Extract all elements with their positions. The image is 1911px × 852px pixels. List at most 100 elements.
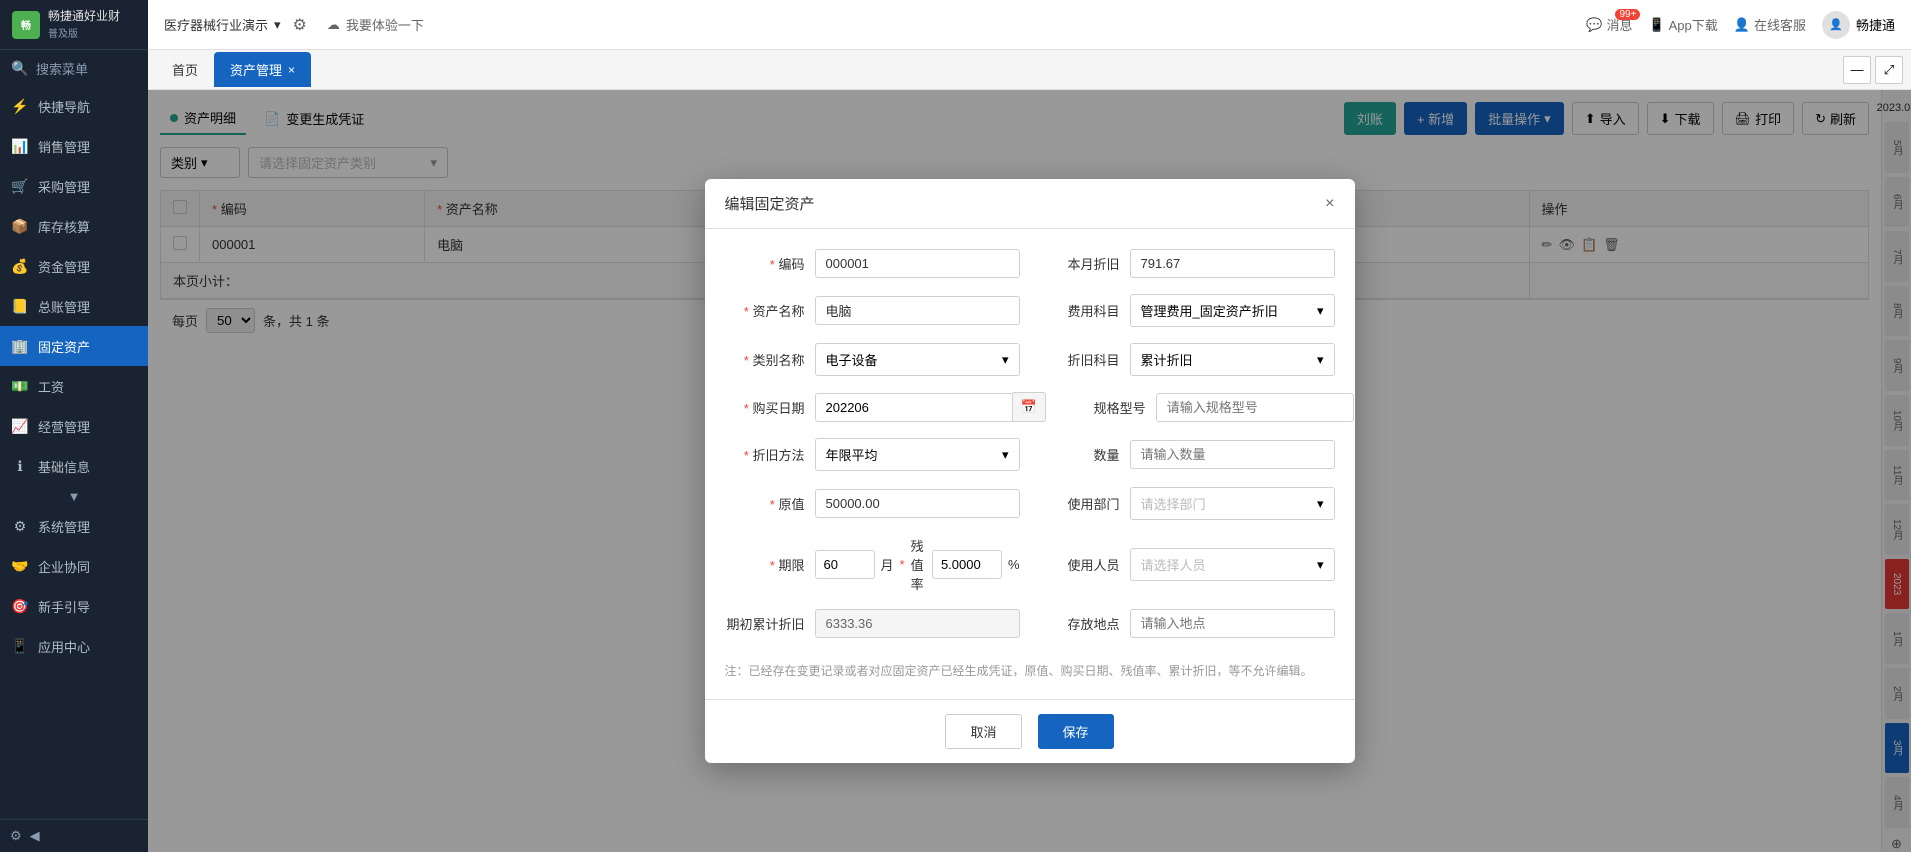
sidebar-settings[interactable]: ⚙ ◀ bbox=[0, 819, 148, 852]
quantity-input[interactable] bbox=[1130, 440, 1335, 469]
sidebar: 畅 畅捷通好业财 普及版 🔍 搜索菜单 ⚡ 快捷导航 📊 销售管理 🛒 采购管理… bbox=[0, 0, 148, 852]
tab-minimize-button[interactable]: — bbox=[1843, 56, 1871, 84]
monthly-dep-input[interactable] bbox=[1130, 249, 1335, 278]
sidebar-item-system[interactable]: ⚙ 系统管理 bbox=[0, 506, 148, 546]
name-input[interactable] bbox=[815, 296, 1020, 325]
modal-close-button[interactable]: × bbox=[1325, 195, 1334, 213]
settings-button[interactable]: ⚙ bbox=[293, 15, 307, 35]
app-download-label: App下载 bbox=[1669, 15, 1718, 34]
sidebar-item-newbie[interactable]: 🎯 新手引导 bbox=[0, 586, 148, 626]
purchase-date-field: 📅 bbox=[815, 392, 1046, 422]
modal-body: * 编码 本月折旧 bbox=[705, 229, 1355, 699]
expense-account-select[interactable]: 管理费用_固定资产折旧 ▾ bbox=[1130, 294, 1335, 327]
inventory-label: 库存核算 bbox=[38, 217, 90, 236]
sales-label: 销售管理 bbox=[38, 137, 90, 156]
online-service-label: 在线客服 bbox=[1754, 15, 1806, 34]
notification-count: 99+ bbox=[1615, 9, 1640, 20]
operations-label: 经营管理 bbox=[38, 417, 90, 436]
sidebar-item-inventory[interactable]: 📦 库存核算 bbox=[0, 206, 148, 246]
category-dropdown-icon2: ▾ bbox=[1002, 352, 1009, 368]
funds-icon: 💰 bbox=[10, 256, 30, 276]
category-select[interactable]: 电子设备 ▾ bbox=[815, 343, 1020, 376]
form-col-category: * 类别名称 电子设备 ▾ bbox=[725, 343, 1020, 376]
experience-button[interactable]: ☁ 我要体验一下 bbox=[327, 15, 424, 34]
tabbar-controls: — ⤢ bbox=[1843, 56, 1903, 84]
settings-icon: ⚙ bbox=[10, 828, 22, 844]
period-field: 月 * 残值率 % bbox=[815, 536, 1020, 593]
form-row-8: 期初累计折旧 存放地点 bbox=[725, 609, 1335, 638]
category-value: 电子设备 bbox=[826, 350, 878, 369]
sidebar-item-app-center[interactable]: 📱 应用中心 bbox=[0, 626, 148, 666]
service-icon: 👤 bbox=[1734, 17, 1750, 33]
form-col-location: 存放地点 bbox=[1040, 609, 1335, 638]
location-input[interactable] bbox=[1130, 609, 1335, 638]
operations-icon: 📈 bbox=[10, 416, 30, 436]
dept-label: 使用部门 bbox=[1040, 494, 1130, 513]
sidebar-item-purchase[interactable]: 🛒 采购管理 bbox=[0, 166, 148, 206]
notification-button[interactable]: 💬 消息 99+ bbox=[1586, 15, 1632, 34]
quick-nav-icon: ⚡ bbox=[10, 96, 30, 116]
quantity-label: 数量 bbox=[1040, 445, 1130, 464]
online-service-button[interactable]: 👤 在线客服 bbox=[1734, 15, 1806, 34]
form-row-6: * 原值 使用部门 请选择部门 ▾ bbox=[725, 487, 1335, 520]
sidebar-header: 畅 畅捷通好业财 普及版 bbox=[0, 0, 148, 50]
basic-info-label: 基础信息 bbox=[38, 457, 90, 476]
tab-home[interactable]: 首页 bbox=[156, 52, 214, 87]
dept-select[interactable]: 请选择部门 ▾ bbox=[1130, 487, 1335, 520]
initial-dep-input bbox=[815, 609, 1020, 638]
sidebar-item-operations[interactable]: 📈 经营管理 bbox=[0, 406, 148, 446]
code-label: * 编码 bbox=[725, 254, 815, 273]
calendar-icon[interactable]: 📅 bbox=[1013, 392, 1046, 422]
dep-account-label: 折旧科目 bbox=[1040, 350, 1130, 369]
sidebar-item-ledger[interactable]: 📒 总账管理 bbox=[0, 286, 148, 326]
form-row-1: * 编码 本月折旧 bbox=[725, 249, 1335, 278]
form-row-2: * 资产名称 费用科目 管理费用_固定资产折旧 ▾ bbox=[725, 294, 1335, 327]
sales-icon: 📊 bbox=[10, 136, 30, 156]
save-button[interactable]: 保存 bbox=[1038, 714, 1114, 749]
name-label: * 资产名称 bbox=[725, 301, 815, 320]
residual-rate-input[interactable] bbox=[932, 550, 1002, 579]
sidebar-item-sales[interactable]: 📊 销售管理 bbox=[0, 126, 148, 166]
sidebar-item-enterprise[interactable]: 🤝 企业协同 bbox=[0, 546, 148, 586]
spec-model-input[interactable] bbox=[1156, 393, 1354, 422]
quick-nav-label: 快捷导航 bbox=[38, 97, 90, 116]
message-icon: 💬 bbox=[1586, 17, 1602, 33]
dep-account-select[interactable]: 累计折旧 ▾ bbox=[1130, 343, 1335, 376]
user-dropdown-icon: ▾ bbox=[1317, 557, 1324, 573]
original-value-input[interactable] bbox=[815, 489, 1020, 518]
sidebar-item-basic-info[interactable]: ℹ 基础信息 bbox=[0, 446, 148, 486]
payroll-icon: 💵 bbox=[10, 376, 30, 396]
cancel-button[interactable]: 取消 bbox=[945, 714, 1021, 749]
sidebar-scroll-down[interactable]: ▼ bbox=[0, 486, 148, 506]
form-col-monthly-dep: 本月折旧 bbox=[1040, 249, 1335, 278]
sidebar-item-funds[interactable]: 💰 资金管理 bbox=[0, 246, 148, 286]
monthly-dep-label: 本月折旧 bbox=[1040, 254, 1130, 273]
period-input[interactable] bbox=[815, 550, 875, 579]
topnav-right: 💬 消息 99+ 📱 App下载 👤 在线客服 👤 畅捷通 bbox=[1586, 11, 1895, 39]
tab-close-icon[interactable]: × bbox=[288, 63, 295, 77]
sidebar-item-payroll[interactable]: 💵 工资 bbox=[0, 366, 148, 406]
sidebar-item-search[interactable]: 🔍 搜索菜单 bbox=[0, 50, 148, 86]
user-name: 畅捷通 bbox=[1856, 15, 1895, 34]
form-col-user: 使用人员 请选择人员 ▾ bbox=[1040, 548, 1335, 581]
dep-method-select[interactable]: 年限平均 ▾ bbox=[815, 438, 1020, 471]
sidebar-item-fixed-assets[interactable]: 🏢 固定资产 bbox=[0, 326, 148, 366]
newbie-icon: 🎯 bbox=[10, 596, 30, 616]
user-menu[interactable]: 👤 畅捷通 bbox=[1822, 11, 1895, 39]
purchase-date-input[interactable] bbox=[815, 393, 1013, 422]
main-area: 医疗器械行业演示 ▾ ⚙ ☁ 我要体验一下 💬 消息 99+ 📱 App下载 👤… bbox=[148, 0, 1911, 852]
code-input[interactable] bbox=[815, 249, 1020, 278]
tab-asset-mgmt[interactable]: 资产管理 × bbox=[214, 52, 311, 87]
download-icon: 📱 bbox=[1648, 17, 1664, 33]
tab-home-label: 首页 bbox=[172, 63, 198, 78]
original-value-label: * 原值 bbox=[725, 494, 815, 513]
form-col-quantity: 数量 bbox=[1040, 440, 1335, 469]
payroll-label: 工资 bbox=[38, 377, 64, 396]
app-download-button[interactable]: 📱 App下载 bbox=[1648, 15, 1717, 34]
company-selector[interactable]: 医疗器械行业演示 ▾ bbox=[164, 15, 281, 34]
tab-expand-button[interactable]: ⤢ bbox=[1875, 56, 1903, 84]
dep-method-label: * 折旧方法 bbox=[725, 445, 815, 464]
user-select[interactable]: 请选择人员 ▾ bbox=[1130, 548, 1335, 581]
sidebar-item-quick-nav[interactable]: ⚡ 快捷导航 bbox=[0, 86, 148, 126]
inventory-icon: 📦 bbox=[10, 216, 30, 236]
